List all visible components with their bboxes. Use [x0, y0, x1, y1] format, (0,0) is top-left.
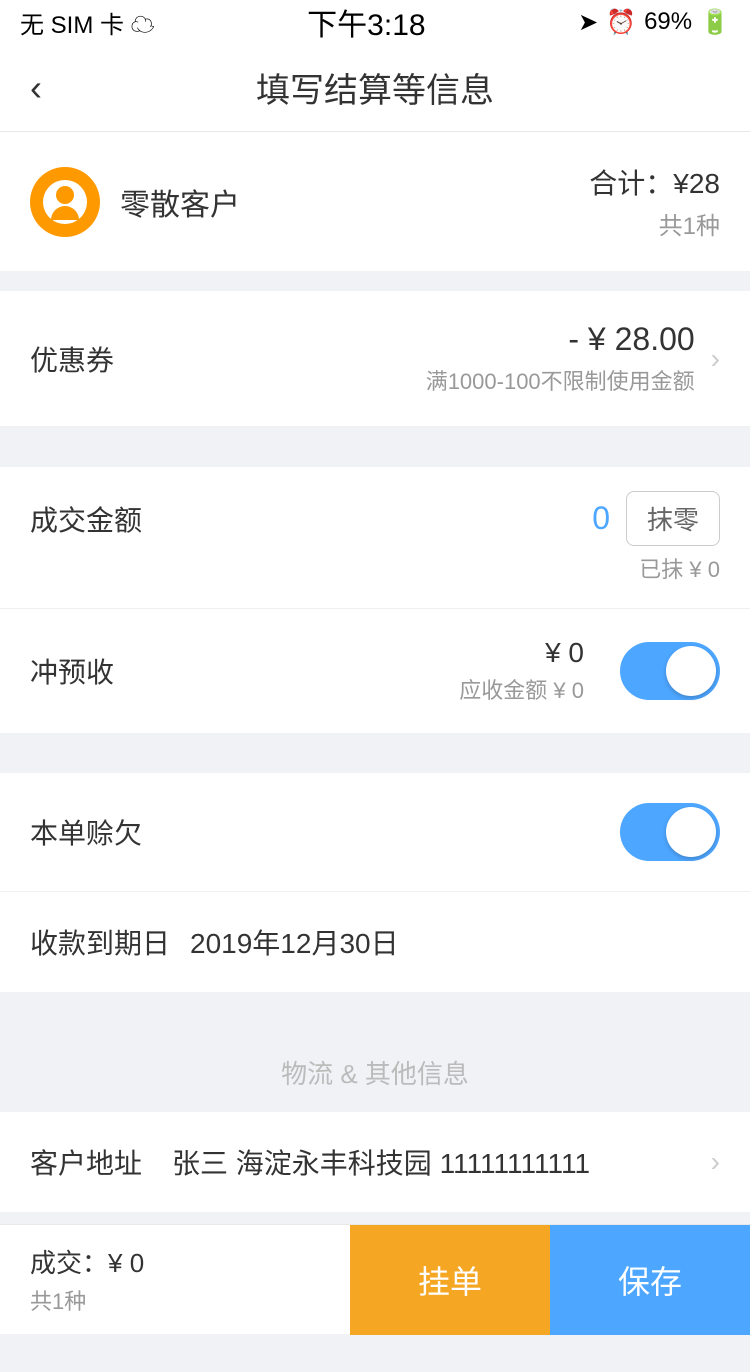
transaction-label: 成交金额: [30, 499, 142, 539]
coupon-label: 优惠券: [30, 339, 114, 379]
nav-bar: ‹ 填写结算等信息: [0, 44, 750, 132]
coupon-chevron-icon: ›: [711, 343, 720, 375]
transaction-amount-row: 成交金额 抹零 已抹 ¥ 0: [0, 467, 750, 609]
page-title: 填写结算等信息: [256, 63, 494, 112]
address-value: 张三 海淀永丰科技园 11111111111: [172, 1142, 711, 1182]
battery-level: 69%: [644, 8, 692, 36]
transaction-card: 成交金额 抹零 已抹 ¥ 0 冲预收 ¥ 0 应收金额 ¥ 0: [0, 467, 750, 733]
coupon-right: - ¥ 28.00 满1000-100不限制使用金额 ›: [426, 321, 720, 396]
address-label: 客户地址: [30, 1142, 142, 1182]
location-icon: ➤: [578, 8, 598, 37]
customer-name: 零散客户: [120, 180, 240, 224]
total-amount: 合计：¥28: [589, 162, 720, 202]
status-bar: 无 SIM 卡 ☁ 下午3:18 ➤ ⏰ 69% 🔋: [0, 0, 750, 44]
back-button[interactable]: ‹: [30, 67, 42, 109]
address-row[interactable]: 客户地址 张三 海淀永丰科技园 11111111111 ›: [0, 1112, 750, 1212]
pre-receive-toggle[interactable]: [620, 642, 720, 700]
due-date-label: 收款到期日: [30, 922, 170, 962]
due-date-value: 2019年12月30日: [190, 922, 399, 962]
debt-toggle-knob: [666, 807, 716, 857]
status-left: 无 SIM 卡 ☁: [20, 5, 155, 40]
pre-receive-right: ¥ 0 应收金额 ¥ 0: [459, 637, 720, 705]
debt-toggle[interactable]: [620, 803, 720, 861]
bottom-bar: 成交：¥ 0 共1种 挂单 保存: [0, 1224, 750, 1334]
total-count: 共1种: [589, 206, 720, 241]
avatar-inner: [43, 180, 87, 224]
pre-receive-value: ¥ 0: [459, 637, 584, 669]
toggle-knob: [666, 646, 716, 696]
already-zeroed: 已抹 ¥ 0: [30, 552, 720, 584]
save-button[interactable]: 保存: [550, 1225, 750, 1335]
alarm-icon: ⏰: [606, 8, 636, 37]
section-divider-2: [0, 753, 750, 773]
battery-icon: 🔋: [700, 8, 730, 37]
debt-card: 本单赊欠 收款到期日 2019年12月30日: [0, 773, 750, 992]
avatar: [30, 167, 100, 237]
pre-receive-sub: 应收金额 ¥ 0: [459, 673, 584, 705]
coupon-right-col: - ¥ 28.00 满1000-100不限制使用金额: [426, 321, 695, 396]
bottom-count: 共1种: [30, 1284, 320, 1316]
hold-button[interactable]: 挂单: [350, 1225, 550, 1335]
customer-card: 零散客户 合计：¥28 共1种: [0, 132, 750, 271]
pre-receive-row: 冲预收 ¥ 0 应收金额 ¥ 0: [0, 609, 750, 733]
status-right: ➤ ⏰ 69% 🔋: [578, 8, 730, 37]
customer-right: 合计：¥28 共1种: [589, 162, 720, 241]
customer-row: 零散客户 合计：¥28 共1种: [0, 132, 750, 271]
pre-receive-label: 冲预收: [30, 651, 114, 691]
due-date-row[interactable]: 收款到期日 2019年12月30日: [0, 892, 750, 992]
debt-row: 本单赊欠: [0, 773, 750, 892]
coupon-discount: - ¥ 28.00: [426, 321, 695, 358]
transaction-amount-top: 成交金额 抹零: [30, 491, 720, 546]
logistics-label: 物流 & 其他信息: [281, 1054, 469, 1091]
round-zero-button[interactable]: 抹零: [626, 491, 720, 546]
bottom-deal-value: ¥ 0: [108, 1248, 144, 1278]
debt-label: 本单赊欠: [30, 812, 142, 852]
transaction-right: 抹零: [490, 491, 720, 546]
bottom-deal: 成交：¥ 0: [30, 1243, 320, 1280]
coupon-row[interactable]: 优惠券 - ¥ 28.00 满1000-100不限制使用金额 ›: [0, 291, 750, 427]
section-divider-3: [0, 1012, 750, 1032]
customer-left: 零散客户: [30, 167, 240, 237]
bottom-deal-label: 成交：: [30, 1248, 108, 1278]
transaction-amount-input[interactable]: [490, 500, 610, 537]
status-time: 下午3:18: [307, 0, 425, 44]
coupon-card[interactable]: 优惠券 - ¥ 28.00 满1000-100不限制使用金额 ›: [0, 291, 750, 427]
sim-status: 无 SIM 卡 ☁: [20, 5, 155, 40]
address-card[interactable]: 客户地址 张三 海淀永丰科技园 11111111111 ›: [0, 1112, 750, 1212]
address-chevron-icon: ›: [711, 1146, 720, 1178]
section-divider-1: [0, 447, 750, 467]
pre-receive-values: ¥ 0 应收金额 ¥ 0: [459, 637, 584, 705]
logistics-section: 物流 & 其他信息: [0, 1032, 750, 1112]
bottom-summary: 成交：¥ 0 共1种: [0, 1243, 350, 1316]
coupon-desc: 满1000-100不限制使用金额: [426, 364, 695, 396]
